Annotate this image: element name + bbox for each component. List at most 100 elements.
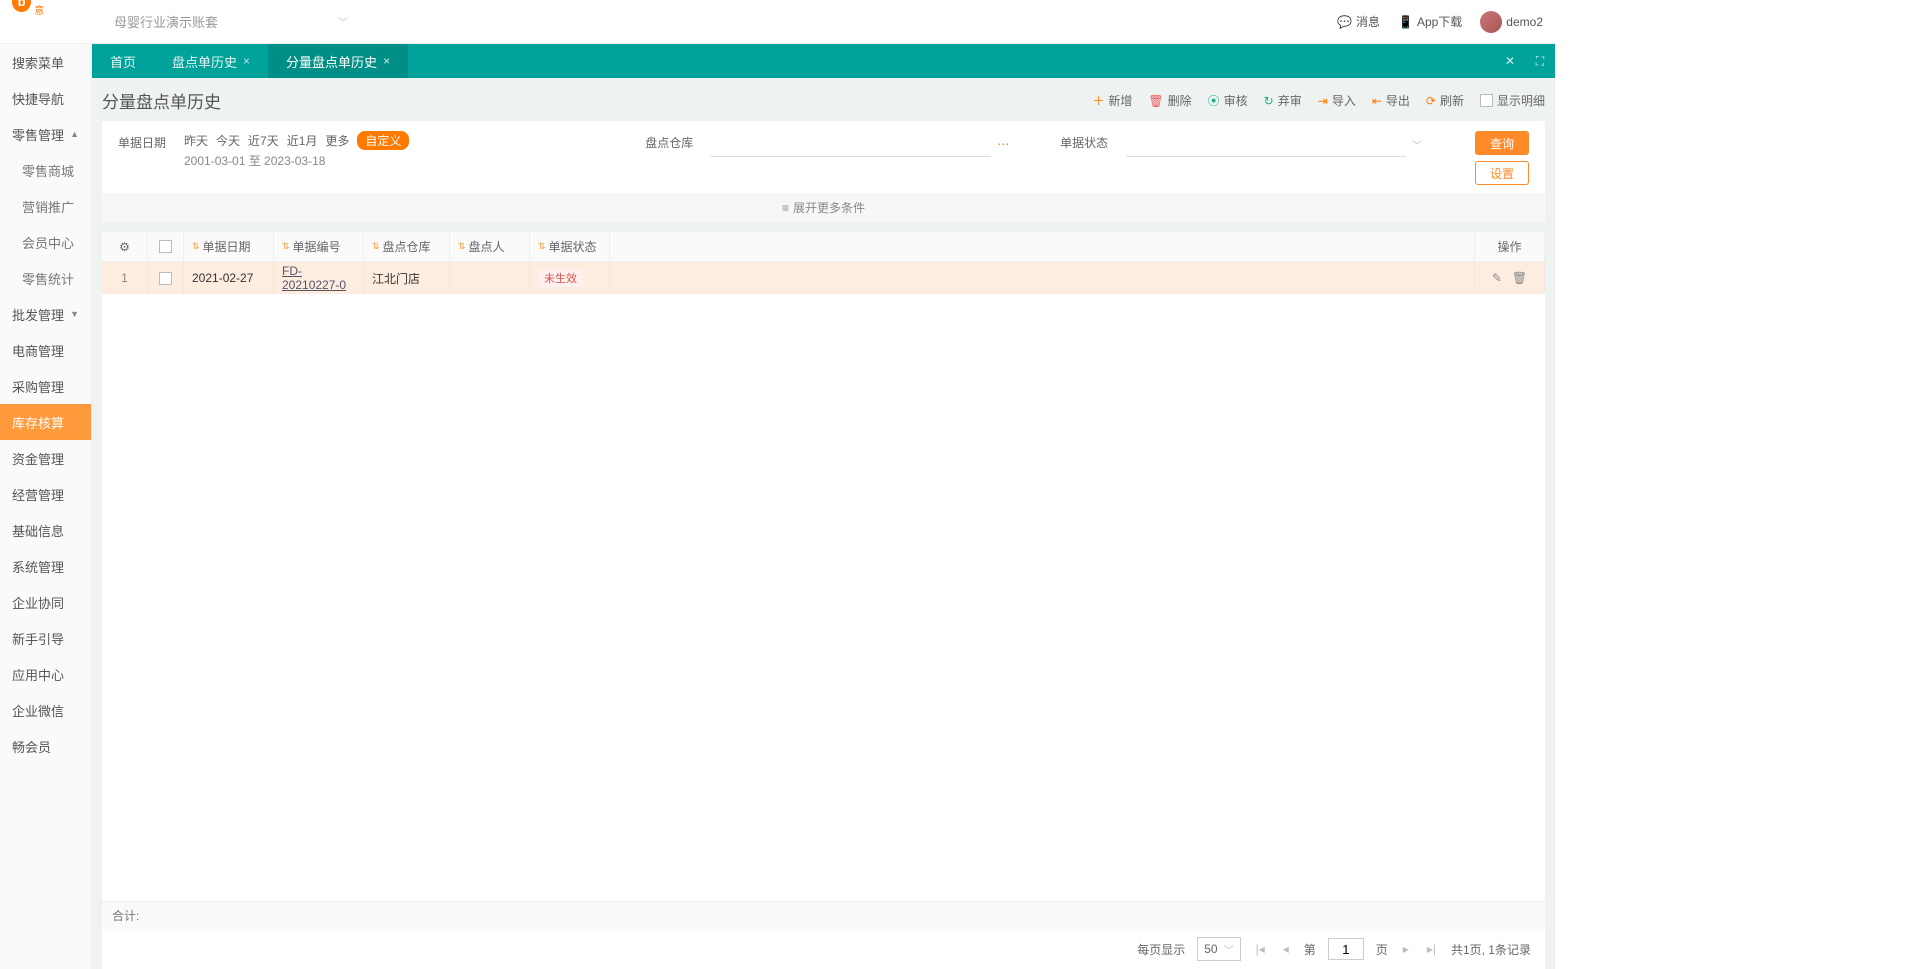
sidebar-item-system[interactable]: 系统管理: [0, 548, 91, 584]
date-opt-1m[interactable]: 近1月: [287, 132, 318, 149]
table-header: ⚙ ⇅单据日期 ⇅单据编号 ⇅盘点仓库 ⇅盘点人 ⇅单据状态 操作: [102, 232, 1545, 262]
data-table: ⚙ ⇅单据日期 ⇅单据编号 ⇅盘点仓库 ⇅盘点人 ⇅单据状态 操作 1: [102, 232, 1545, 969]
sort-icon: ⇅: [282, 241, 290, 252]
sidebar-label: 批发管理: [12, 305, 64, 324]
sidebar-item-ecommerce[interactable]: 电商管理: [0, 332, 91, 368]
sidebar-label: 系统管理: [12, 557, 64, 576]
sidebar-item-retail-mall[interactable]: 零售商城: [0, 152, 91, 188]
abandon-button[interactable]: ↻弃审: [1264, 92, 1302, 109]
sidebar-item-operations[interactable]: 经营管理: [0, 476, 91, 512]
page-last[interactable]: ▸|: [1424, 942, 1439, 956]
row-checkbox[interactable]: [148, 262, 184, 294]
sidebar-item-guide[interactable]: 新手引导: [0, 620, 91, 656]
brand-icon: b: [12, 0, 31, 12]
sidebar-label: 零售商城: [22, 161, 74, 180]
checkbox-icon: [159, 272, 172, 285]
sidebar-item-members[interactable]: 会员中心: [0, 224, 91, 260]
delete-button[interactable]: 🗑删除: [1148, 92, 1191, 109]
date-range-value: 2001-03-01 至 2023-03-18: [184, 152, 409, 169]
sidebar-item-retail-stats[interactable]: 零售统计: [0, 260, 91, 296]
account-selector[interactable]: 母婴行业演示账套 ﹀: [114, 12, 348, 31]
sidebar-label: 零售统计: [22, 269, 74, 288]
messages-link[interactable]: 💬 消息: [1337, 13, 1380, 30]
tab-partial-inventory-history[interactable]: 分量盘点单历史 ×: [268, 44, 408, 78]
page-first[interactable]: |◂: [1253, 942, 1268, 956]
page-size-value: 50: [1204, 942, 1217, 956]
date-opt-7d[interactable]: 近7天: [248, 132, 279, 149]
code-link[interactable]: FD-20210227-0: [282, 264, 355, 292]
col-warehouse[interactable]: ⇅盘点仓库: [364, 232, 450, 261]
sidebar-item-quick-nav[interactable]: 快捷导航: [0, 80, 91, 116]
sidebar-item-apps[interactable]: 应用中心: [0, 656, 91, 692]
sidebar-item-marketing[interactable]: 营销推广: [0, 188, 91, 224]
sidebar-item-collab[interactable]: 企业协同: [0, 584, 91, 620]
sidebar-item-search-menu[interactable]: 搜索菜单: [0, 44, 91, 80]
col-person[interactable]: ⇅盘点人: [450, 232, 530, 261]
page-size-select[interactable]: 50 ﹀: [1197, 937, 1240, 961]
chevron-down-icon[interactable]: ﹀: [1412, 137, 1422, 152]
expand-conditions[interactable]: ≡ 展开更多条件: [102, 193, 1545, 222]
sidebar-item-wechat[interactable]: 企业微信: [0, 692, 91, 728]
col-date[interactable]: ⇅单据日期: [184, 232, 274, 261]
table-row[interactable]: 1 2021-02-27 FD-20210227-0 江北门店 未生效 ✎ 🗑: [102, 262, 1545, 294]
sidebar-group-retail[interactable]: 零售管理▲: [0, 116, 91, 152]
import-button[interactable]: ⇥导入: [1318, 92, 1356, 109]
add-button[interactable]: ＋新增: [1092, 92, 1132, 109]
sidebar-item-basic[interactable]: 基础信息: [0, 512, 91, 548]
date-opt-today[interactable]: 今天: [216, 132, 240, 149]
col-code[interactable]: ⇅单据编号: [274, 232, 364, 261]
audit-button[interactable]: ⦿审核: [1208, 92, 1248, 109]
username: demo2: [1506, 15, 1543, 29]
checkbox-icon: [1480, 94, 1493, 107]
check-icon: ⦿: [1208, 92, 1220, 109]
sort-icon: ⇅: [372, 241, 380, 252]
tab-home[interactable]: 首页: [92, 44, 154, 78]
cell-date: 2021-02-27: [184, 262, 274, 294]
export-button[interactable]: ⇤导出: [1372, 92, 1410, 109]
sidebar-item-vip[interactable]: 畅会员: [0, 728, 91, 764]
column-settings[interactable]: ⚙: [102, 232, 148, 261]
user-menu[interactable]: demo2: [1480, 11, 1543, 33]
expand-label: 展开更多条件: [793, 199, 865, 216]
settings-button[interactable]: 设置: [1475, 161, 1529, 185]
sidebar-item-finance[interactable]: 资金管理: [0, 440, 91, 476]
action-label: 刷新: [1440, 92, 1464, 109]
page-prev[interactable]: ◂: [1280, 942, 1292, 956]
refresh-button[interactable]: ⟳ 刷新: [1426, 92, 1464, 109]
trash-icon: 🗑: [1148, 94, 1163, 108]
date-opt-more[interactable]: 更多: [325, 132, 349, 149]
warehouse-picker-icon[interactable]: ⋯: [997, 137, 1010, 151]
cell-code[interactable]: FD-20210227-0: [274, 262, 364, 294]
tab-fullscreen[interactable]: ⛶: [1525, 44, 1555, 78]
edit-icon[interactable]: ✎: [1492, 271, 1502, 285]
refresh-icon: ⟳: [1426, 94, 1436, 108]
status-input[interactable]: [1126, 131, 1406, 157]
tab-inventory-history[interactable]: 盘点单历史×: [154, 44, 268, 78]
sidebar-label: 应用中心: [12, 665, 64, 684]
sidebar-item-purchase[interactable]: 采购管理: [0, 368, 91, 404]
close-icon[interactable]: ×: [243, 54, 250, 68]
app-download-link[interactable]: 📱 App下载: [1398, 13, 1462, 30]
action-label: 显示明细: [1497, 92, 1545, 109]
sidebar-label: 快捷导航: [12, 89, 64, 108]
delete-icon[interactable]: 🗑: [1512, 271, 1527, 285]
sidebar-group-wholesale[interactable]: 批发管理▼: [0, 296, 91, 332]
show-detail-toggle[interactable]: 显示明细: [1480, 92, 1545, 109]
query-button[interactable]: 查询: [1475, 131, 1529, 155]
date-opt-yesterday[interactable]: 昨天: [184, 132, 208, 149]
date-opt-custom[interactable]: 自定义: [357, 131, 409, 150]
tab-close-all[interactable]: ✕: [1495, 44, 1525, 78]
page-input[interactable]: [1328, 938, 1364, 960]
page-next[interactable]: ▸: [1400, 942, 1412, 956]
col-label: 单据编号: [293, 238, 341, 255]
tab-label: 分量盘点单历史: [286, 52, 377, 71]
col-status[interactable]: ⇅单据状态: [530, 232, 610, 261]
close-icon[interactable]: ×: [383, 54, 390, 68]
chevron-down-icon: ﹀: [1224, 942, 1234, 957]
toolbar: ＋新增 🗑删除 ⦿审核 ↻弃审 ⇥导入 ⇤导出 ⟳ 刷新 显示明细: [1092, 92, 1545, 109]
warehouse-input[interactable]: [711, 131, 991, 157]
sidebar-item-inventory[interactable]: 库存核算: [0, 404, 91, 440]
col-label: 单据状态: [549, 238, 597, 255]
select-all[interactable]: [148, 232, 184, 261]
filter-date-label: 单据日期: [118, 131, 174, 151]
